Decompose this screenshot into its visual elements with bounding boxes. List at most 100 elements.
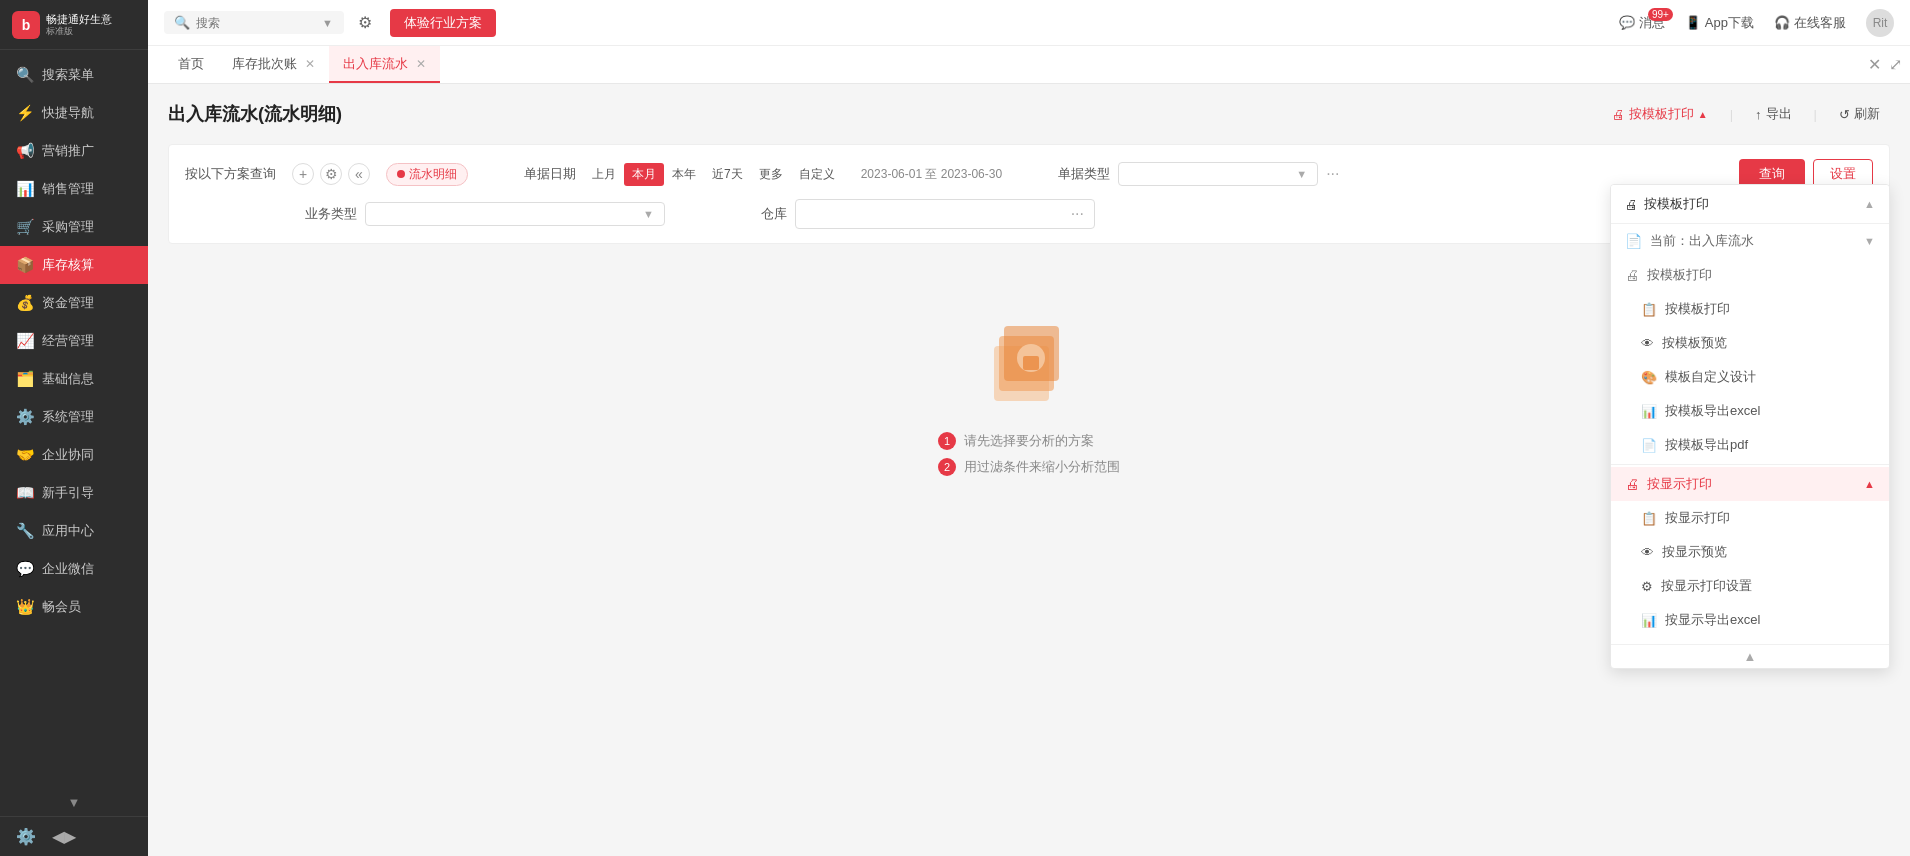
custom-date-btn[interactable]: 自定义 [791, 163, 843, 186]
divider2: | [1814, 107, 1817, 122]
search-input[interactable] [196, 16, 316, 30]
printer-icon: 🖨 [1612, 107, 1625, 122]
search-dropdown-icon[interactable]: ▼ [322, 17, 333, 29]
dropdown-item-label: 按模板导出pdf [1665, 436, 1748, 454]
tab-inventory-batch-label: 库存批次账 [232, 55, 297, 73]
tab-close-inventory-batch[interactable]: ✕ [305, 57, 315, 71]
tab-home[interactable]: 首页 [164, 46, 218, 83]
sidebar-nav: 🔍 搜索菜单 ⚡ 快捷导航 📢 营销推广 📊 销售管理 🛒 采购管理 📦 库存核… [0, 50, 148, 789]
sidebar-item-quicknav[interactable]: ⚡ 快捷导航 [0, 94, 148, 132]
file-preview-icon: 👁 [1641, 336, 1654, 351]
doc-type-section: 单据类型 ▼ ··· [1058, 162, 1339, 186]
wechat-icon: 💬 [16, 560, 34, 578]
tab-home-label: 首页 [178, 55, 204, 73]
sidebar: b 畅捷通好生意 标准版 🔍 搜索菜单 ⚡ 快捷导航 📢 营销推广 📊 销售管理… [0, 0, 148, 856]
app-download-button[interactable]: 📱 App下载 [1685, 14, 1754, 32]
sidebar-item-marketing[interactable]: 📢 营销推广 [0, 132, 148, 170]
page-title-row: 出入库流水(流水明细) 🖨 按模板打印 ▲ | ↑ 导出 | ↺ 刷新 [168, 100, 1890, 128]
dropdown-template-excel[interactable]: 📊 按模板导出excel [1611, 394, 1889, 428]
last-month-btn[interactable]: 上月 [584, 163, 624, 186]
message-icon: 💬 [1619, 15, 1635, 30]
sidebar-item-system[interactable]: ⚙️ 系统管理 [0, 398, 148, 436]
header-search-bar[interactable]: 🔍 ▼ [164, 11, 344, 34]
this-year-btn[interactable]: 本年 [664, 163, 704, 186]
display-section-label: 按显示打印 [1647, 475, 1712, 493]
refresh-button[interactable]: ↺ 刷新 [1829, 100, 1890, 128]
file-excel-icon: 📊 [1641, 404, 1657, 419]
dropdown-display-pdf[interactable]: 📄 按显示导出pdf [1611, 637, 1889, 644]
sidebar-item-vip[interactable]: 👑 畅会员 [0, 588, 148, 626]
sidebar-item-label: 企业协同 [42, 446, 94, 464]
last-7-days-btn[interactable]: 近7天 [704, 163, 751, 186]
refresh-icon: ↺ [1839, 107, 1850, 122]
print-template-button[interactable]: 🖨 按模板打印 ▲ [1602, 100, 1718, 128]
tab-close-stock-flow[interactable]: ✕ [416, 57, 426, 71]
gear-icon[interactable]: ⚙ [358, 13, 372, 32]
biz-type-section: 业务类型 ▼ [305, 202, 665, 226]
tab-bar: 首页 库存批次账 ✕ 出入库流水 ✕ ✕ ⤢ [148, 46, 1910, 84]
sidebar-item-finance[interactable]: 💰 资金管理 [0, 284, 148, 322]
settings-gear-icon[interactable]: ⚙️ [16, 827, 36, 846]
sidebar-item-sales[interactable]: 📊 销售管理 [0, 170, 148, 208]
biz-type-select[interactable]: ▼ [365, 202, 665, 226]
maximize-window-icon[interactable]: ⤢ [1889, 55, 1902, 74]
online-service-button[interactable]: 🎧 在线客服 [1774, 14, 1846, 32]
doc-type-select[interactable]: ▼ [1118, 162, 1318, 186]
dropdown-template-design[interactable]: 🎨 模板自定义设计 [1611, 360, 1889, 394]
warehouse-more-icon[interactable]: ··· [1071, 205, 1084, 223]
sidebar-item-purchase[interactable]: 🛒 采购管理 [0, 208, 148, 246]
dropdown-display-excel[interactable]: 📊 按显示导出excel [1611, 603, 1889, 637]
sidebar-item-collab[interactable]: 🤝 企业协同 [0, 436, 148, 474]
more-date-btn[interactable]: 更多 [751, 163, 791, 186]
add-filter-button[interactable]: + [292, 163, 314, 185]
dropdown-display-print[interactable]: 📋 按显示打印 [1611, 501, 1889, 535]
dropdown-scroll-up-btn[interactable]: ▲ [1611, 644, 1889, 668]
date-filter-section: 单据日期 上月 本月 本年 近7天 更多 自定义 2023-06-01 至 20… [524, 163, 1002, 186]
main-content: 🔍 ▼ ⚙ 体验行业方案 💬 消息 99+ 📱 App下载 🎧 在线客服 Rit [148, 0, 1910, 856]
sidebar-item-search[interactable]: 🔍 搜索菜单 [0, 56, 148, 94]
sidebar-item-apps[interactable]: 🔧 应用中心 [0, 512, 148, 550]
tab-inventory-batch[interactable]: 库存批次账 ✕ [218, 46, 329, 83]
filter-settings-button[interactable]: ⚙ [320, 163, 342, 185]
sidebar-item-label: 新手引导 [42, 484, 94, 502]
sidebar-item-inventory[interactable]: 📦 库存核算 [0, 246, 148, 284]
industry-solution-button[interactable]: 体验行业方案 [390, 9, 496, 37]
dropdown-item-label: 按模板打印 [1665, 300, 1730, 318]
dropdown-collapse-icon[interactable]: ▲ [1864, 198, 1875, 210]
warehouse-select[interactable]: ··· [795, 199, 1095, 229]
dropdown-display-settings[interactable]: ⚙ 按显示打印设置 [1611, 569, 1889, 603]
close-window-icon[interactable]: ✕ [1868, 55, 1881, 74]
doc-type-label: 单据类型 [1058, 165, 1110, 183]
sidebar-item-base[interactable]: 🗂️ 基础信息 [0, 360, 148, 398]
dropdown-template-preview[interactable]: 👁 按模板预览 [1611, 326, 1889, 360]
tab-stock-flow[interactable]: 出入库流水 ✕ [329, 46, 440, 83]
dropdown-item-label: 按显示预览 [1662, 543, 1727, 561]
sidebar-item-guide[interactable]: 📖 新手引导 [0, 474, 148, 512]
sidebar-item-ops[interactable]: 📈 经营管理 [0, 322, 148, 360]
sidebar-item-label: 畅会员 [42, 598, 81, 616]
export-icon: ↑ [1755, 107, 1762, 122]
doc-type-more-icon[interactable]: ··· [1326, 165, 1339, 183]
purchase-icon: 🛒 [16, 218, 34, 236]
dropdown-item-label: 按显示打印 [1665, 509, 1730, 527]
sidebar-scroll-down[interactable]: ▼ [0, 789, 148, 816]
header-right: 💬 消息 99+ 📱 App下载 🎧 在线客服 Rit [1619, 9, 1894, 37]
dropdown-display-section[interactable]: 🖨 按显示打印 ▲ [1611, 467, 1889, 501]
dropdown-display-preview[interactable]: 👁 按显示预览 [1611, 535, 1889, 569]
this-month-btn[interactable]: 本月 [624, 163, 664, 186]
messages-button[interactable]: 💬 消息 99+ [1619, 14, 1665, 32]
doc-type-arrow-icon: ▼ [1296, 168, 1307, 180]
collapse-sidebar-icon[interactable]: ◀▶ [52, 827, 76, 846]
dropdown-item-label: 按显示打印设置 [1661, 577, 1752, 595]
filter-tag[interactable]: 流水明细 [386, 163, 468, 186]
empty-hint-1-label: 请先选择要分析的方案 [964, 432, 1094, 450]
sidebar-item-label: 采购管理 [42, 218, 94, 236]
user-avatar[interactable]: Rit [1866, 9, 1894, 37]
collapse-filter-button[interactable]: « [348, 163, 370, 185]
refresh-label: 刷新 [1854, 105, 1880, 123]
dropdown-template-section[interactable]: 🖨 按模板打印 [1611, 258, 1889, 292]
dropdown-template-print[interactable]: 📋 按模板打印 [1611, 292, 1889, 326]
dropdown-template-pdf[interactable]: 📄 按模板导出pdf [1611, 428, 1889, 462]
sidebar-item-wechat[interactable]: 💬 企业微信 [0, 550, 148, 588]
export-button[interactable]: ↑ 导出 [1745, 100, 1802, 128]
